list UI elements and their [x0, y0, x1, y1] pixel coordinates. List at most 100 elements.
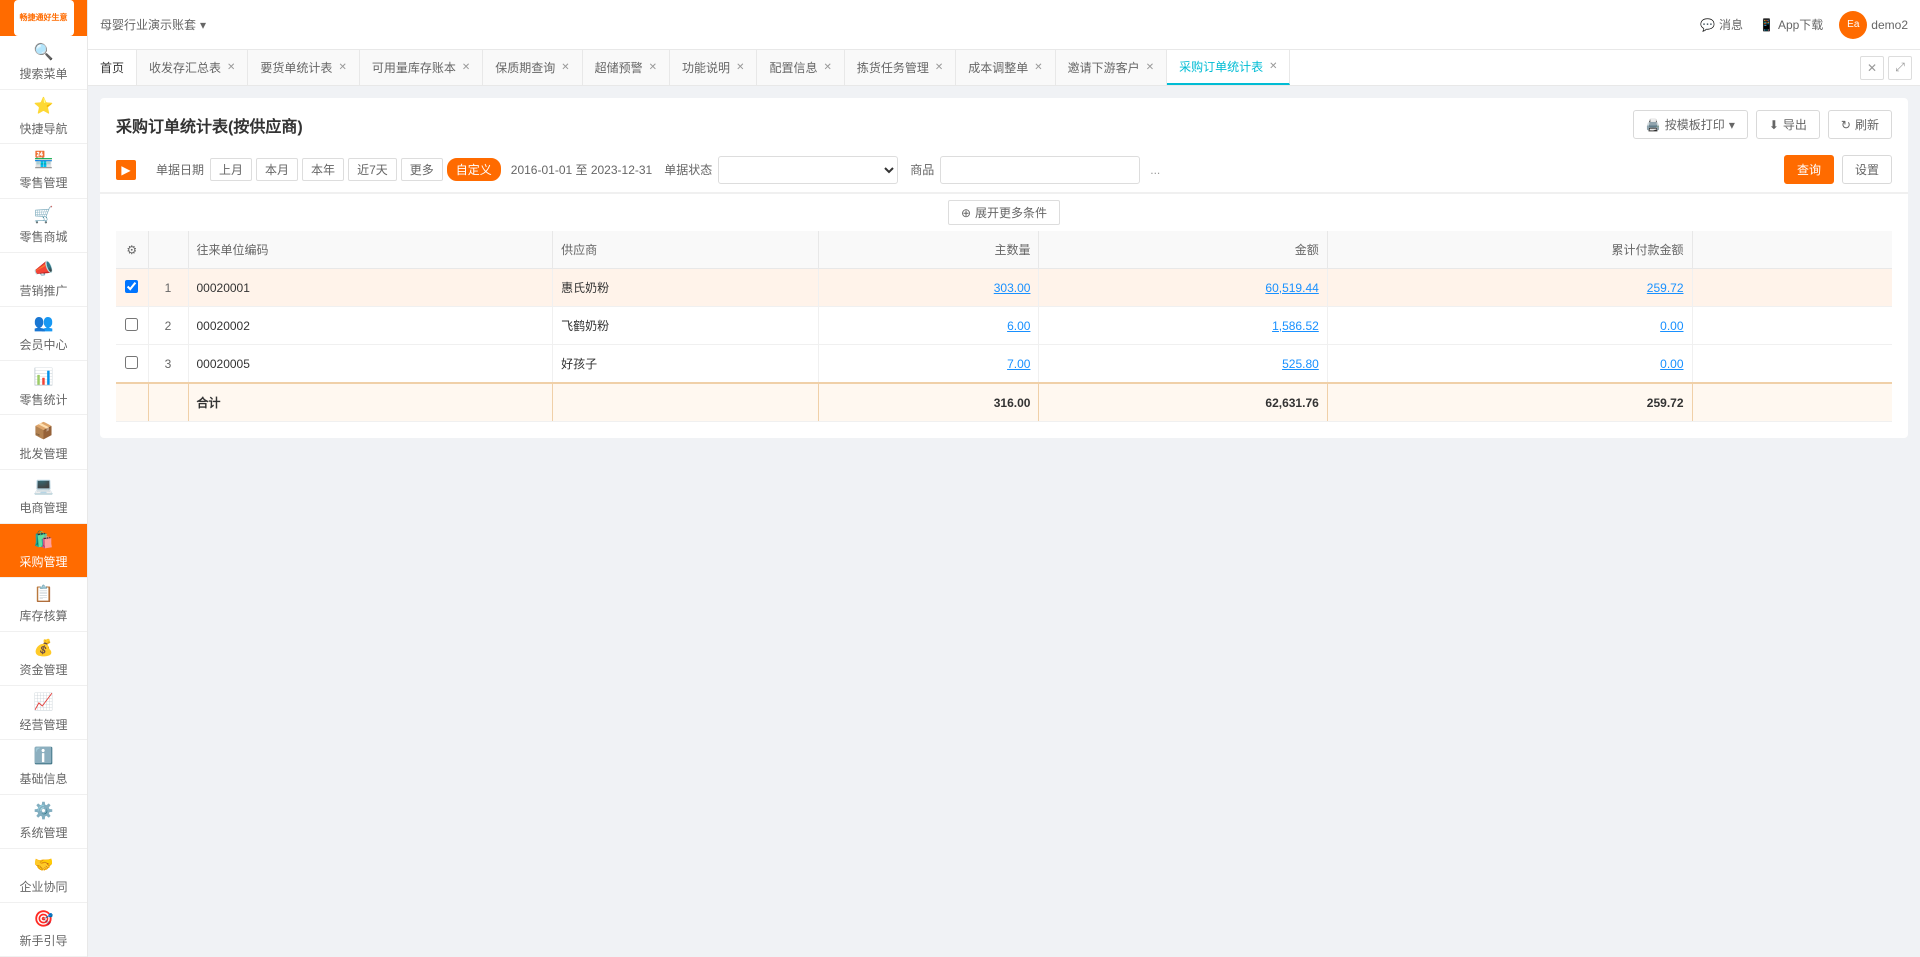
refresh-btn[interactable]: ↻ 刷新: [1828, 110, 1892, 139]
row-checkbox-3[interactable]: [125, 356, 138, 369]
message-action[interactable]: 💬 消息: [1700, 16, 1743, 33]
tab-close-btn[interactable]: ✕: [1860, 56, 1884, 80]
td-checkbox-2[interactable]: [116, 307, 148, 345]
tab-home[interactable]: 首页: [88, 50, 137, 85]
sidebar-item-biz_mgmt[interactable]: 📈 经营管理: [0, 686, 88, 740]
sidebar-item-inventory[interactable]: 📋 库存核算: [0, 578, 88, 632]
th-settings[interactable]: ⚙: [116, 231, 148, 269]
sidebar-item-retail_stats[interactable]: 📊 零售统计: [0, 361, 88, 415]
tab-overstock[interactable]: 超储预警✕: [583, 50, 670, 85]
td-supplier-name-2: 飞鹤奶粉: [553, 307, 819, 345]
tab-config[interactable]: 配置信息✕: [757, 50, 844, 85]
tab-collect[interactable]: 收发存汇总表✕: [137, 50, 248, 85]
sidebar-item-retail_mgmt[interactable]: 🏪 零售管理: [0, 144, 88, 198]
sidebar-item-label-member_center: 会员中心: [19, 337, 67, 354]
sidebar-item-member_center[interactable]: 👥 会员中心: [0, 307, 88, 361]
td-checkbox-1[interactable]: [116, 269, 148, 307]
tab-pick_task[interactable]: 拣货任务管理✕: [845, 50, 956, 85]
refresh-icon: ↻: [1841, 118, 1851, 132]
sidebar-item-enterprise[interactable]: 🤝 企业协同: [0, 849, 88, 903]
sidebar-item-marketing[interactable]: 📣 营销推广: [0, 253, 88, 307]
td-supplier-code-2: 00020002: [188, 307, 553, 345]
sidebar-logo[interactable]: 畅捷通好生意: [0, 0, 88, 36]
tab-invite_downstream[interactable]: 邀请下游客户✕: [1056, 50, 1167, 85]
print-btn[interactable]: 🖨️ 按模板打印 ▾: [1633, 110, 1748, 139]
goods-input[interactable]: [940, 156, 1140, 184]
td-amount-2: 1,586.52: [1039, 307, 1327, 345]
tab-close-collect[interactable]: ✕: [227, 63, 235, 73]
footer-supplier: [553, 383, 819, 422]
tab-func_desc[interactable]: 功能说明✕: [670, 50, 757, 85]
tab-close-shelf_life[interactable]: ✕: [561, 63, 569, 73]
page-title: 采购订单统计表(按供应商): [116, 113, 303, 137]
date-btn-last-month[interactable]: 上月: [210, 158, 252, 181]
tab-close-config[interactable]: ✕: [823, 63, 831, 73]
section-toggle[interactable]: ▶: [116, 160, 136, 180]
footer-extra: [1692, 383, 1892, 422]
date-btn-more[interactable]: 更多: [401, 158, 443, 181]
sidebar-item-basic_info[interactable]: ℹ️ 基础信息: [0, 740, 88, 794]
export-btn[interactable]: ⬇ 导出: [1756, 110, 1820, 139]
sidebar-item-label-marketing: 营销推广: [19, 283, 67, 300]
wholesale_mgmt-icon: 📦: [34, 421, 54, 443]
tab-purchase_summary[interactable]: 采购订单统计表 ✕: [1167, 50, 1290, 85]
sidebar-item-quick_nav[interactable]: ⭐ 快捷导航: [0, 90, 88, 144]
tab-close-overstock[interactable]: ✕: [649, 63, 657, 73]
goods-more-icon[interactable]: ...: [1150, 163, 1160, 177]
action-buttons: 查询 设置: [1784, 155, 1892, 184]
table-row[interactable]: 1 00020001 惠氏奶粉 303.00 60,519.44 259.72: [116, 269, 1892, 307]
footer-settings: [116, 383, 148, 422]
tab-close-requisition[interactable]: ✕: [338, 63, 346, 73]
date-btn-7days[interactable]: 近7天: [348, 158, 397, 181]
date-btn-this-year[interactable]: 本年: [302, 158, 344, 181]
new_guide-icon: 🎯: [34, 909, 54, 931]
td-checkbox-3[interactable]: [116, 345, 148, 384]
retail_mall-icon: 🛒: [34, 205, 54, 227]
print-arrow: ▾: [1729, 118, 1735, 132]
settings-icon[interactable]: ⚙: [126, 243, 137, 257]
status-label: 单据状态: [664, 161, 712, 178]
footer-seq: [148, 383, 188, 422]
app-download-action[interactable]: 📱 App下载: [1759, 16, 1823, 33]
breadcrumb-arrow: ▾: [200, 18, 206, 32]
print-icon: 🖨️: [1646, 118, 1661, 132]
table-row[interactable]: 3 00020005 好孩子 7.00 525.80 0.00: [116, 345, 1892, 384]
query-btn[interactable]: 查询: [1784, 155, 1834, 184]
sidebar-item-purchase_mgmt[interactable]: 🛍️ 采购管理: [0, 524, 88, 578]
status-select[interactable]: [718, 156, 898, 184]
tab-requisition[interactable]: 要货单统计表✕: [248, 50, 359, 85]
tab-cost_adjust[interactable]: 成本调整单✕: [956, 50, 1055, 85]
tab-label-purchase_summary: 采购订单统计表: [1179, 58, 1263, 75]
date-btn-custom[interactable]: 自定义: [447, 158, 501, 181]
sidebar-item-wholesale_mgmt[interactable]: 📦 批发管理: [0, 415, 88, 469]
export-label: 导出: [1783, 116, 1807, 133]
tab-shelf_life[interactable]: 保质期查询✕: [483, 50, 582, 85]
sidebar-item-new_guide[interactable]: 🎯 新手引导: [0, 903, 88, 957]
sidebar-item-retail_mall[interactable]: 🛒 零售商城: [0, 199, 88, 253]
row-checkbox-2[interactable]: [125, 318, 138, 331]
sidebar-item-search[interactable]: 🔍 搜索菜单: [0, 36, 88, 90]
basic_info-icon: ℹ️: [34, 746, 54, 768]
marketing-icon: 📣: [34, 259, 54, 281]
member_center-icon: 👥: [34, 313, 54, 335]
expand-icon: ⊕: [961, 206, 971, 220]
date-btn-this-month[interactable]: 本月: [256, 158, 298, 181]
tab-expand-btn[interactable]: ⤢: [1888, 56, 1912, 80]
sidebar-item-sys_mgmt[interactable]: ⚙️ 系统管理: [0, 795, 88, 849]
row-checkbox-1[interactable]: [125, 280, 138, 293]
sidebar-item-ecommerce[interactable]: 💻 电商管理: [0, 470, 88, 524]
tab-close-pick_task[interactable]: ✕: [935, 63, 943, 73]
tab-close-cost_adjust[interactable]: ✕: [1034, 63, 1042, 73]
tab-stock_account[interactable]: 可用量库存账本✕: [360, 50, 483, 85]
table-row[interactable]: 2 00020002 飞鹤奶粉 6.00 1,586.52 0.00: [116, 307, 1892, 345]
tab-close-stock_account[interactable]: ✕: [462, 63, 470, 73]
tab-close-invite_downstream[interactable]: ✕: [1146, 63, 1154, 73]
tab-close-func_desc[interactable]: ✕: [736, 63, 744, 73]
user-action[interactable]: Ea demo2: [1839, 11, 1908, 39]
settings-btn[interactable]: 设置: [1842, 155, 1892, 184]
sidebar-item-label-retail_mall: 零售商城: [19, 229, 67, 246]
expand-btn[interactable]: ⊕ 展开更多条件: [948, 200, 1060, 225]
tab-close-purchase_summary[interactable]: ✕: [1269, 62, 1277, 72]
td-paid-amount-1: 259.72: [1327, 269, 1692, 307]
sidebar-item-finance[interactable]: 💰 资金管理: [0, 632, 88, 686]
